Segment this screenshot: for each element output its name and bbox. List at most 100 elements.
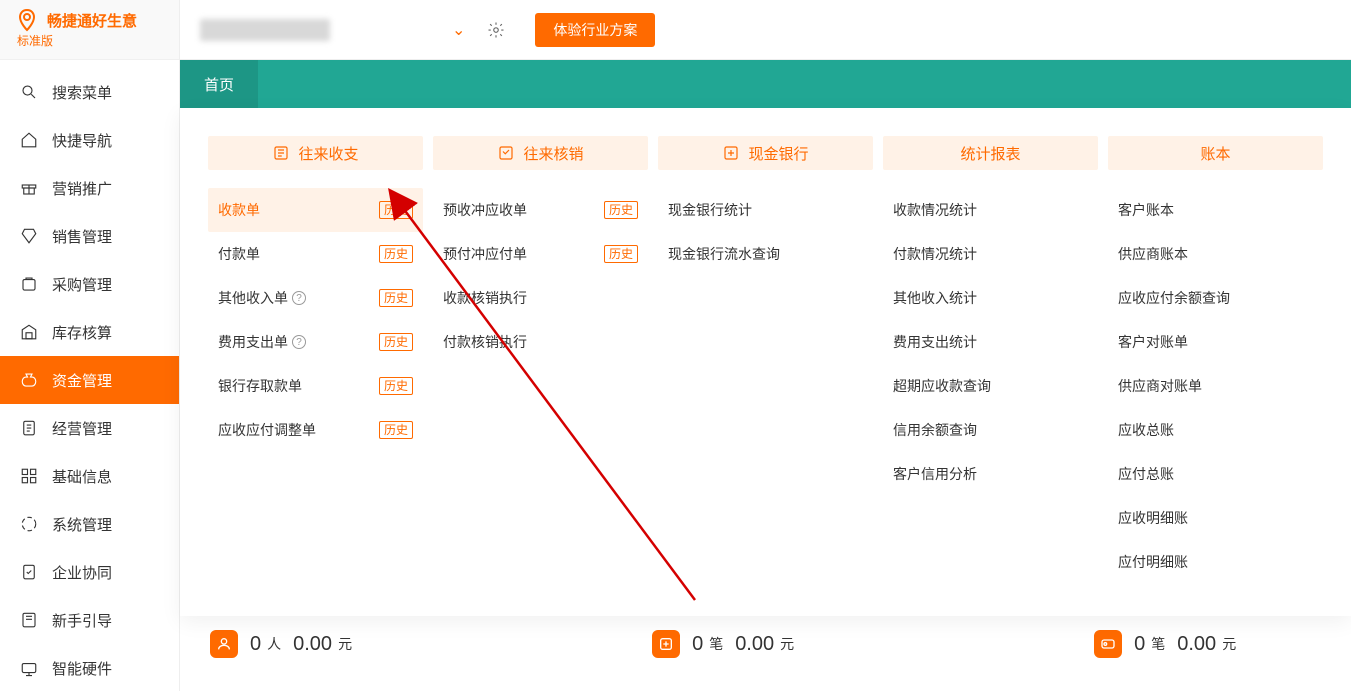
org-selector[interactable] [200, 19, 330, 41]
mega-menu-item[interactable]: 应收总账 [1108, 408, 1323, 452]
mega-menu-item[interactable]: 其他收入统计 [883, 276, 1098, 320]
help-icon[interactable]: ? [292, 335, 306, 349]
bottom-stats: 0人 0.00元 0笔 0.00元 0笔 0.00元 [210, 619, 1331, 669]
mega-item-label: 其他收入单? [218, 288, 306, 308]
sidebar-item-search[interactable]: 搜索菜单 [0, 68, 179, 116]
mega-menu-item[interactable]: 客户信用分析 [883, 452, 1098, 496]
brand-subtitle: 标准版 [17, 32, 164, 49]
mega-menu-item[interactable]: 应付总账 [1108, 452, 1323, 496]
sidebar-item-hardware[interactable]: 智能硬件 [0, 644, 179, 691]
mega-item-label: 应收应付余额查询 [1118, 288, 1230, 308]
mega-menu-item[interactable]: 供应商账本 [1108, 232, 1323, 276]
sidebar-item-sales[interactable]: 销售管理 [0, 212, 179, 260]
mega-menu-item[interactable]: 超期应收款查询 [883, 364, 1098, 408]
mega-item-label: 银行存取款单 [218, 376, 302, 396]
sidebar-item-label: 企业协同 [52, 562, 112, 583]
mega-col-title: 往来收支 [298, 143, 358, 164]
mega-item-label: 预收冲应收单 [443, 200, 527, 220]
mega-item-label: 其他收入统计 [893, 288, 977, 308]
mega-menu-item[interactable]: 现金银行流水查询 [658, 232, 873, 276]
mega-menu-item[interactable]: 供应商对账单 [1108, 364, 1323, 408]
mega-item-label: 应收总账 [1118, 420, 1174, 440]
gear-icon[interactable] [487, 21, 505, 39]
gift-icon [20, 179, 38, 197]
sidebar-item-business[interactable]: 经营管理 [0, 404, 179, 452]
mega-menu-item[interactable]: 付款单 历史 [208, 232, 423, 276]
sidebar-item-label: 快捷导航 [52, 130, 112, 151]
mega-menu-item[interactable]: 客户对账单 [1108, 320, 1323, 364]
sidebar-item-basedata[interactable]: 基础信息 [0, 452, 179, 500]
diamond-icon [20, 227, 38, 245]
mega-menu-item[interactable]: 应收应付余额查询 [1108, 276, 1323, 320]
collab-icon [20, 563, 38, 581]
column-header-icon [272, 144, 290, 162]
mega-item-label: 付款核销执行 [443, 332, 527, 352]
mega-col: 统计报表收款情况统计付款情况统计其他收入统计费用支出统计超期应收款查询信用余额查… [883, 136, 1098, 584]
sidebar: 畅捷通好生意 标准版 搜索菜单 快捷导航 营销推广 销售管理 采购管理 库存核算… [0, 0, 180, 691]
mega-menu-item[interactable]: 预付冲应付单 历史 [433, 232, 648, 276]
mega-menu-item[interactable]: 应收明细账 [1108, 496, 1323, 540]
loading-icon [20, 515, 38, 533]
mega-menu-item[interactable]: 收款单历史 [208, 188, 423, 232]
mega-menu-item[interactable]: 预收冲应收单 历史 [433, 188, 648, 232]
mega-item-label: 付款单 [218, 244, 260, 264]
history-badge[interactable]: 历史 [379, 201, 413, 219]
money-bag-icon [20, 371, 38, 389]
history-badge[interactable]: 历史 [379, 421, 413, 439]
history-badge[interactable]: 历史 [604, 245, 638, 263]
grid-icon [20, 467, 38, 485]
sidebar-item-marketing[interactable]: 营销推广 [0, 164, 179, 212]
help-icon[interactable]: ? [292, 291, 306, 305]
history-badge[interactable]: 历史 [604, 201, 638, 219]
mega-menu-item[interactable]: 银行存取款单 历史 [208, 364, 423, 408]
mega-col: 往来收支收款单历史付款单历史其他收入单?历史费用支出单?历史银行存取款单历史应收… [208, 136, 423, 584]
mega-menu-item[interactable]: 应收应付调整单历史 [208, 408, 423, 452]
home-icon [20, 131, 38, 149]
try-industry-button[interactable]: 体验行业方案 [535, 13, 655, 47]
mega-col: 账本客户账本供应商账本应收应付余额查询客户对账单供应商对账单应收总账应付总账应收… [1108, 136, 1323, 584]
stat-icon-1 [210, 630, 238, 658]
history-badge[interactable]: 历史 [379, 377, 413, 395]
mega-item-label: 应付明细账 [1118, 552, 1188, 572]
mega-col-title: 账本 [1200, 143, 1230, 164]
mega-item-label: 预付冲应付单 [443, 244, 527, 264]
tab-home[interactable]: 首页 [180, 60, 258, 108]
history-badge[interactable]: 历史 [379, 245, 413, 263]
mega-menu-item[interactable]: 收款情况统计 [883, 188, 1098, 232]
mega-menu-item[interactable]: 信用余额查询 [883, 408, 1098, 452]
mega-menu-item[interactable]: 收款核销执行 [433, 276, 648, 320]
mega-menu: 往来收支收款单历史付款单历史其他收入单?历史费用支出单?历史银行存取款单历史应收… [180, 108, 1351, 616]
mega-menu-item[interactable]: 其他收入单? 历史 [208, 276, 423, 320]
sidebar-item-guide[interactable]: 新手引导 [0, 596, 179, 644]
sidebar-item-system[interactable]: 系统管理 [0, 500, 179, 548]
tab-strip: 首页 [180, 60, 1351, 108]
sidebar-item-inventory[interactable]: 库存核算 [0, 308, 179, 356]
warehouse-icon [20, 323, 38, 341]
mega-item-label: 付款情况统计 [893, 244, 977, 264]
search-icon [20, 83, 38, 101]
mega-menu-item[interactable]: 付款核销执行 [433, 320, 648, 364]
brand-icon [15, 8, 39, 32]
mega-col-header: 账本 [1108, 136, 1323, 170]
sidebar-item-purchase[interactable]: 采购管理 [0, 260, 179, 308]
sidebar-item-collab[interactable]: 企业协同 [0, 548, 179, 596]
mega-col-header: 现金银行 [658, 136, 873, 170]
history-badge[interactable]: 历史 [379, 289, 413, 307]
sidebar-item-finance[interactable]: 资金管理 [0, 356, 179, 404]
chevron-down-icon[interactable]: ⌄ [452, 20, 465, 40]
column-header-icon [497, 144, 515, 162]
sidebar-item-label: 搜索菜单 [52, 82, 112, 103]
mega-item-label: 收款情况统计 [893, 200, 977, 220]
mega-menu-item[interactable]: 现金银行统计 [658, 188, 873, 232]
mega-menu-item[interactable]: 应付明细账 [1108, 540, 1323, 584]
mega-menu-item[interactable]: 付款情况统计 [883, 232, 1098, 276]
tv-icon [20, 659, 38, 677]
history-badge[interactable]: 历史 [379, 333, 413, 351]
sidebar-item-quicknav[interactable]: 快捷导航 [0, 116, 179, 164]
mega-menu-item[interactable]: 客户账本 [1108, 188, 1323, 232]
mega-menu-item[interactable]: 费用支出单?历史 [208, 320, 423, 364]
mega-item-label: 供应商对账单 [1118, 376, 1202, 396]
mega-menu-item[interactable]: 费用支出统计 [883, 320, 1098, 364]
sidebar-item-label: 采购管理 [52, 274, 112, 295]
mega-item-label: 应收明细账 [1118, 508, 1188, 528]
